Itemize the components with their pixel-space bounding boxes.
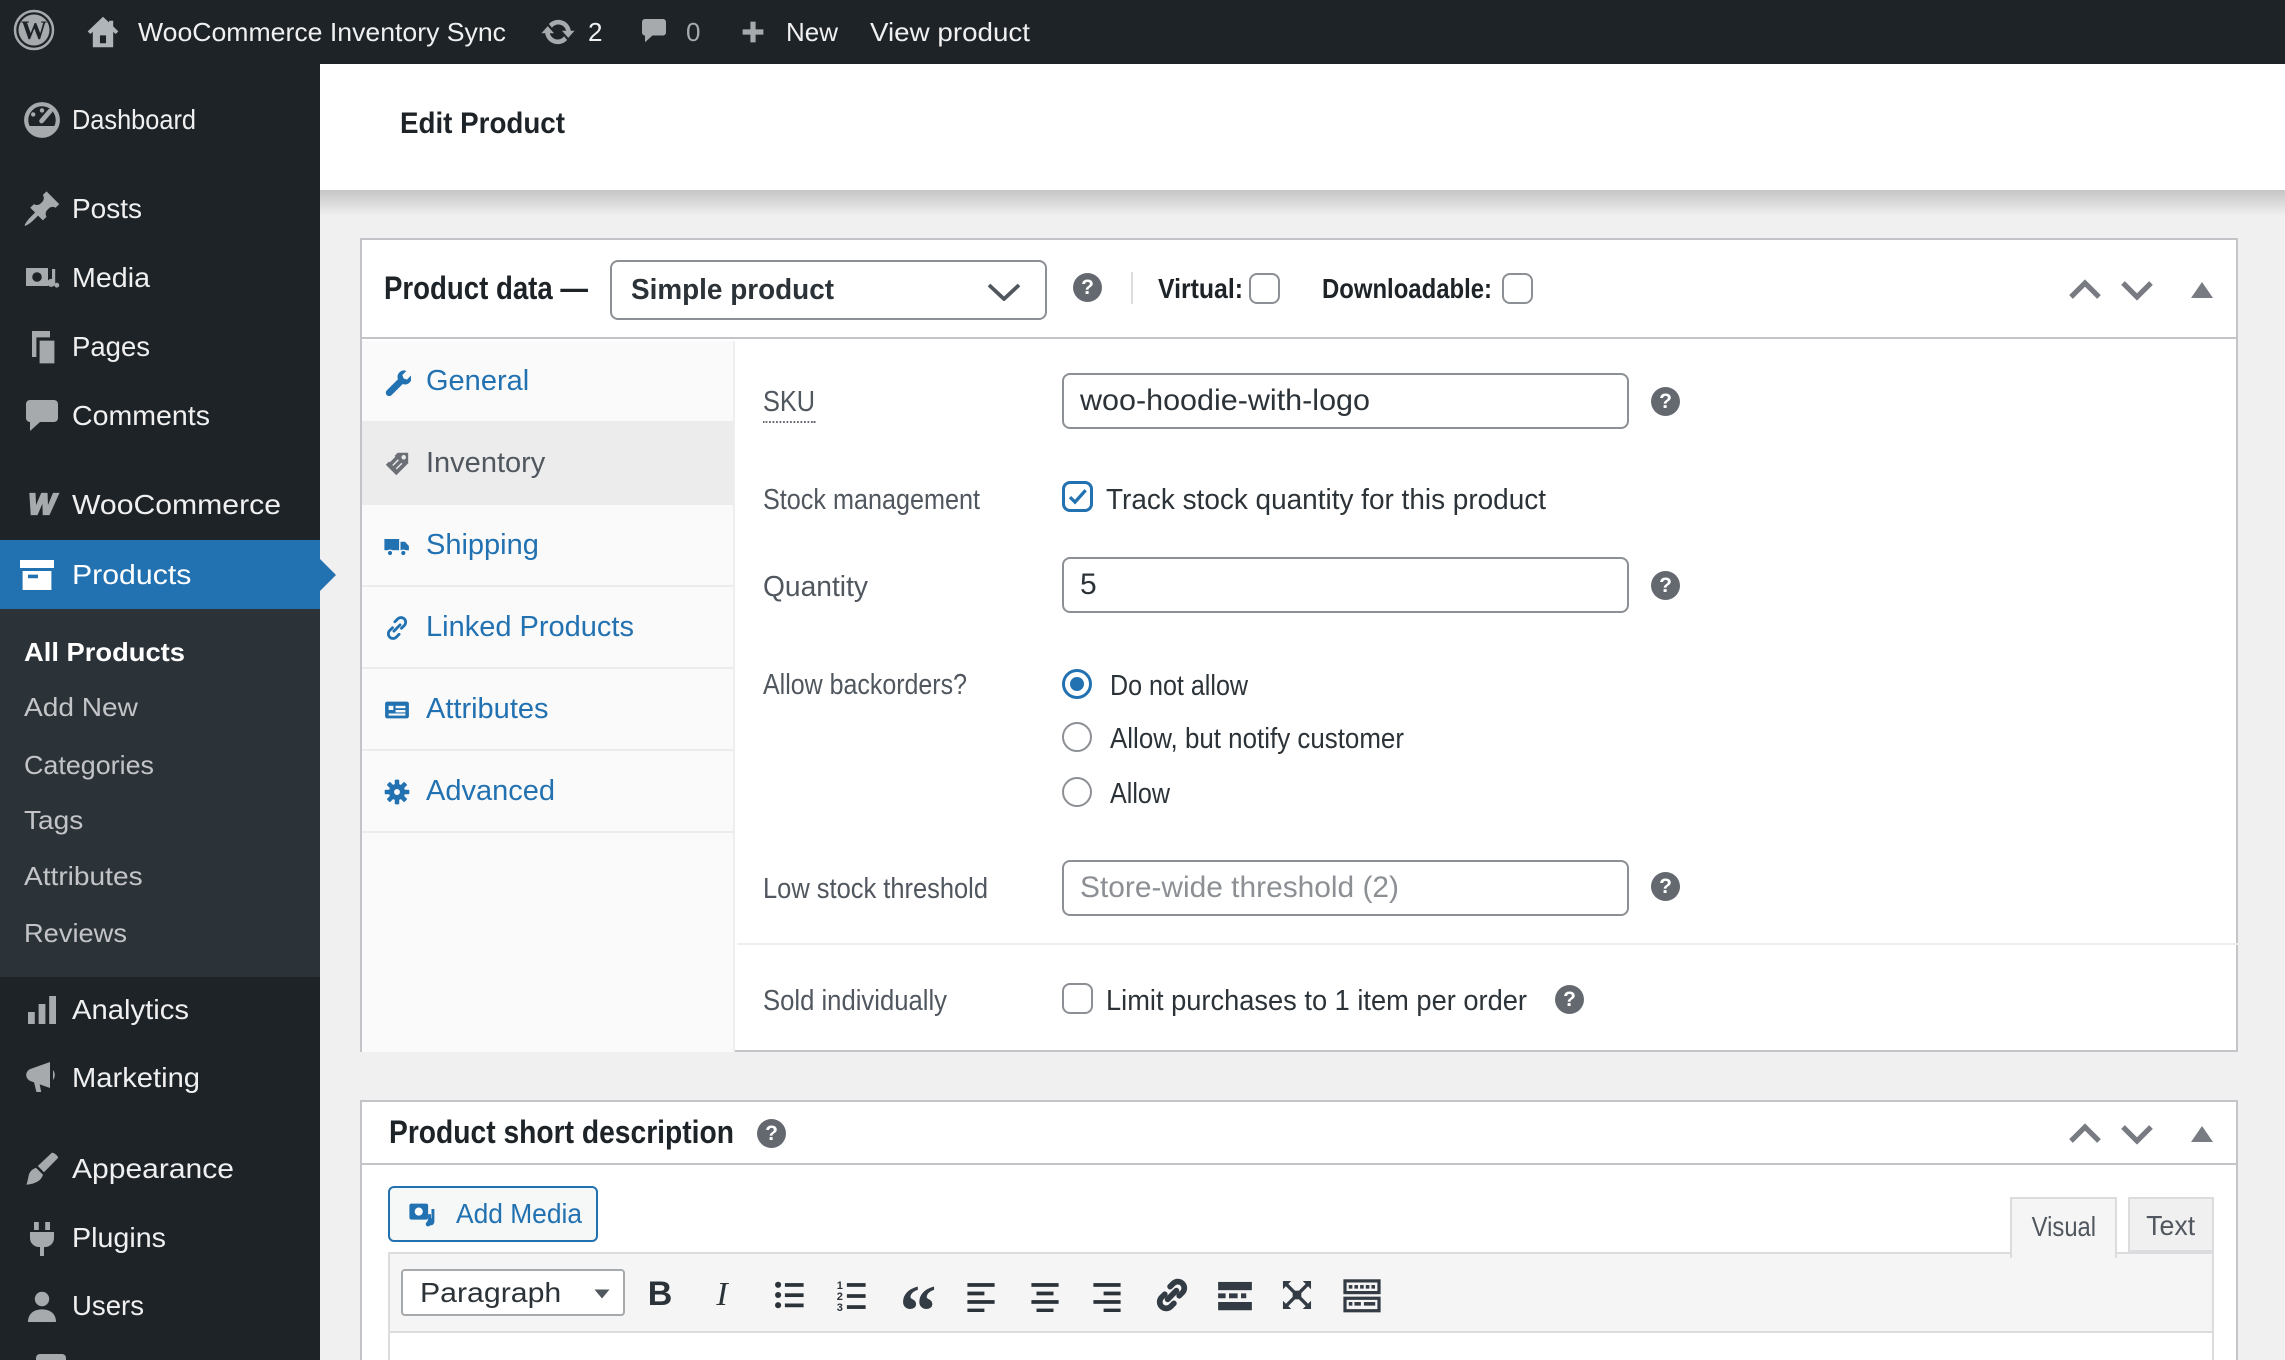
svg-text:W: W: [21, 16, 47, 45]
svg-text:3: 3: [837, 1302, 843, 1312]
svg-text:W: W: [28, 489, 58, 521]
